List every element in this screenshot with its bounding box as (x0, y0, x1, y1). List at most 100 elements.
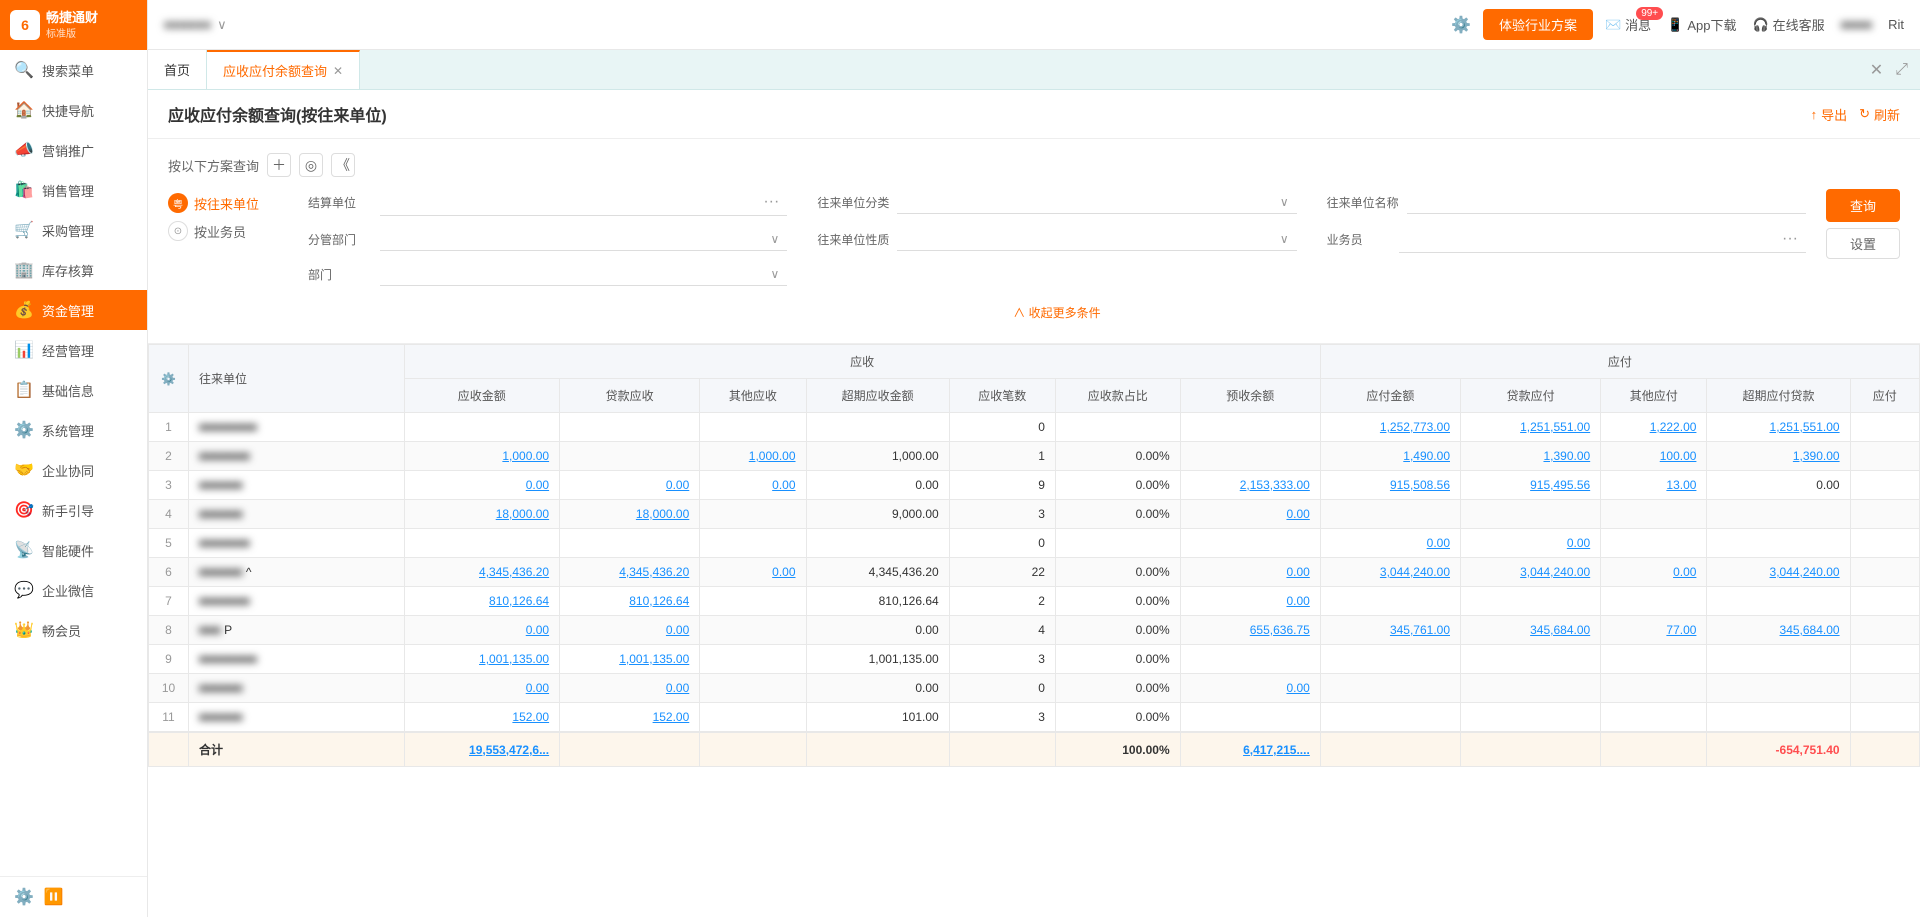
row-ar-amount[interactable]: 0.00 (404, 471, 560, 500)
row-ap-amount[interactable]: 345,761.00 (1320, 616, 1460, 645)
dept-select[interactable]: ∨ (380, 228, 787, 251)
settlement-dots[interactable]: ··· (763, 193, 779, 211)
sidebar-item-wechat[interactable]: 💬 企业微信 (0, 570, 147, 610)
row-ap-overdue[interactable]: 345,684.00 (1707, 616, 1850, 645)
row-ar-prepay[interactable]: 0.00 (1180, 558, 1320, 587)
refresh-button[interactable]: ↻ 刷新 (1859, 105, 1900, 124)
row-ar-amount[interactable]: 810,126.64 (404, 587, 560, 616)
promo-button[interactable]: 体验行业方案 (1483, 9, 1593, 40)
tab-home[interactable]: 首页 (148, 50, 207, 89)
scheme-partner[interactable]: 粤 按往来单位 (168, 193, 288, 213)
row-ar-other[interactable]: 0.00 (700, 558, 806, 587)
row-ar-loan[interactable]: 810,126.64 (560, 587, 700, 616)
row-ar-amount[interactable]: 1,001,135.00 (404, 645, 560, 674)
dept2-select[interactable]: ∨ (380, 263, 787, 286)
row-ar-loan[interactable]: 152.00 (560, 703, 700, 733)
row-ap-other[interactable]: 0.00 (1601, 558, 1707, 587)
row-ap-loan[interactable]: 915,495.56 (1461, 471, 1601, 500)
salesperson-dots[interactable]: ··· (1782, 230, 1798, 248)
sidebar-item-guide[interactable]: 🎯 新手引导 (0, 490, 147, 530)
row-ar-loan[interactable]: 4,345,436.20 (560, 558, 700, 587)
sidebar-item-marketing[interactable]: 📣 营销推广 (0, 130, 147, 170)
col-settings-icon[interactable]: ⚙️ (161, 372, 176, 386)
row-ar-loan[interactable]: 0.00 (560, 616, 700, 645)
topbar-gear-icon[interactable]: ⚙️ (1451, 15, 1471, 35)
row-ar-prepay[interactable]: 0.00 (1180, 500, 1320, 529)
export-button[interactable]: ↑ 导出 (1811, 105, 1848, 124)
footer-ar-total[interactable]: 19,553,472,6... (404, 732, 560, 767)
username[interactable]: Rit (1888, 17, 1904, 32)
partner-type-select[interactable]: ∨ (897, 191, 1296, 214)
sidebar-item-basic[interactable]: 📋 基础信息 (0, 370, 147, 410)
sidebar-item-enterprise[interactable]: 🤝 企业协同 (0, 450, 147, 490)
row-ar-prepay[interactable]: 0.00 (1180, 587, 1320, 616)
row-ar-amount[interactable]: 152.00 (404, 703, 560, 733)
table-area[interactable]: ⚙️ 往来单位 应收 应付 应收金额 贷款应收 其他应收 超期应收金额 应收笔数 (148, 344, 1920, 917)
row-ar-loan[interactable]: 0.00 (560, 674, 700, 703)
filter-add-btn[interactable]: ＋ (267, 153, 291, 177)
row-ap-other[interactable]: 13.00 (1601, 471, 1707, 500)
row-ap-amount[interactable]: 915,508.56 (1320, 471, 1460, 500)
row-ap-other[interactable]: 77.00 (1601, 616, 1707, 645)
maximize-icon[interactable]: ⤢ (1895, 61, 1908, 79)
row-ar-other[interactable]: 1,000.00 (700, 442, 806, 471)
row-ar-loan[interactable]: 1,001,135.00 (560, 645, 700, 674)
setting-button[interactable]: 设置 (1826, 228, 1900, 259)
filter-collapse-btn[interactable]: 《 (331, 153, 355, 177)
row-ar-other[interactable]: 0.00 (700, 471, 806, 500)
row-ap-other[interactable]: 100.00 (1601, 442, 1707, 471)
th-settings[interactable]: ⚙️ (149, 345, 189, 413)
row-ar-amount[interactable]: 4,345,436.20 (404, 558, 560, 587)
sidebar-item-hardware[interactable]: 📡 智能硬件 (0, 530, 147, 570)
footer-ap-prepay[interactable]: 6,417,215.... (1180, 732, 1320, 767)
sidebar-item-system[interactable]: ⚙️ 系统管理 (0, 410, 147, 450)
row-ar-amount[interactable]: 18,000.00 (404, 500, 560, 529)
row-ap-other[interactable]: 1,222.00 (1601, 413, 1707, 442)
sidebar-item-finance[interactable]: 💰 资金管理 (0, 290, 147, 330)
row-ap-loan[interactable]: 1,251,551.00 (1461, 413, 1601, 442)
sidebar-item-quick[interactable]: 🏠 快捷导航 (0, 90, 147, 130)
query-button[interactable]: 查询 (1826, 189, 1900, 222)
row-ap-overdue[interactable]: 3,044,240.00 (1707, 558, 1850, 587)
online-service-btn[interactable]: 🎧 在线客服 (1752, 15, 1824, 34)
sidebar-item-purchase[interactable]: 🛒 采购管理 (0, 210, 147, 250)
filter-target-btn[interactable]: ◎ (299, 153, 323, 177)
row-ar-loan[interactable]: 0.00 (560, 471, 700, 500)
row-ap-loan[interactable]: 345,684.00 (1461, 616, 1601, 645)
row-ap-loan[interactable]: 1,390.00 (1461, 442, 1601, 471)
row-ap-amount[interactable]: 0.00 (1320, 529, 1460, 558)
row-ar-amount[interactable]: 1,000.00 (404, 442, 560, 471)
sidebar-item-search[interactable]: 🔍 搜索菜单 (0, 50, 147, 90)
row-ap-loan[interactable]: 0.00 (1461, 529, 1601, 558)
row-ap-overdue[interactable]: 1,251,551.00 (1707, 413, 1850, 442)
close-window-icon[interactable]: ✕ (1870, 60, 1883, 80)
settlement-input[interactable]: ··· (380, 189, 787, 216)
row-ar-amount[interactable]: 0.00 (404, 616, 560, 645)
row-ar-prepay[interactable]: 655,636.75 (1180, 616, 1320, 645)
sidebar-item-sales[interactable]: 🛍️ 销售管理 (0, 170, 147, 210)
collapse-icon[interactable]: ⏸️ (44, 887, 64, 907)
row-ap-loan[interactable]: 3,044,240.00 (1461, 558, 1601, 587)
row-ap-amount[interactable]: 3,044,240.00 (1320, 558, 1460, 587)
settings-bottom-icon[interactable]: ⚙️ (14, 887, 34, 907)
sidebar-item-inventory[interactable]: 🏢 库存核算 (0, 250, 147, 290)
filter-collapse-more[interactable]: ∧ 收起更多条件 (308, 296, 1806, 329)
scheme-salesperson[interactable]: ⊙ 按业务员 (168, 221, 288, 241)
row-ap-overdue[interactable]: 1,390.00 (1707, 442, 1850, 471)
row-ar-amount[interactable]: 0.00 (404, 674, 560, 703)
sidebar-item-operation[interactable]: 📊 经营管理 (0, 330, 147, 370)
partner-name-input[interactable] (1407, 191, 1806, 214)
partner-nature-select[interactable]: ∨ (897, 228, 1296, 251)
row-ar-prepay[interactable]: 2,153,333.00 (1180, 471, 1320, 500)
row-ar-prepay[interactable]: 0.00 (1180, 674, 1320, 703)
tab-ar-query[interactable]: 应收应付余额查询 ✕ (207, 50, 360, 89)
row-ap-amount[interactable]: 1,490.00 (1320, 442, 1460, 471)
sidebar-item-member[interactable]: 👑 畅会员 (0, 610, 147, 650)
tab-close-icon[interactable]: ✕ (333, 64, 343, 78)
salesperson-input[interactable]: ··· (1399, 226, 1806, 253)
app-download-btn[interactable]: 📱 App下载 (1667, 15, 1736, 34)
row-ap-amount[interactable]: 1,252,773.00 (1320, 413, 1460, 442)
message-btn[interactable]: ✉️ 消息 99+ (1605, 15, 1651, 34)
row-ar-loan[interactable]: 18,000.00 (560, 500, 700, 529)
user-avatar[interactable]: ■■■■ (1841, 17, 1872, 32)
